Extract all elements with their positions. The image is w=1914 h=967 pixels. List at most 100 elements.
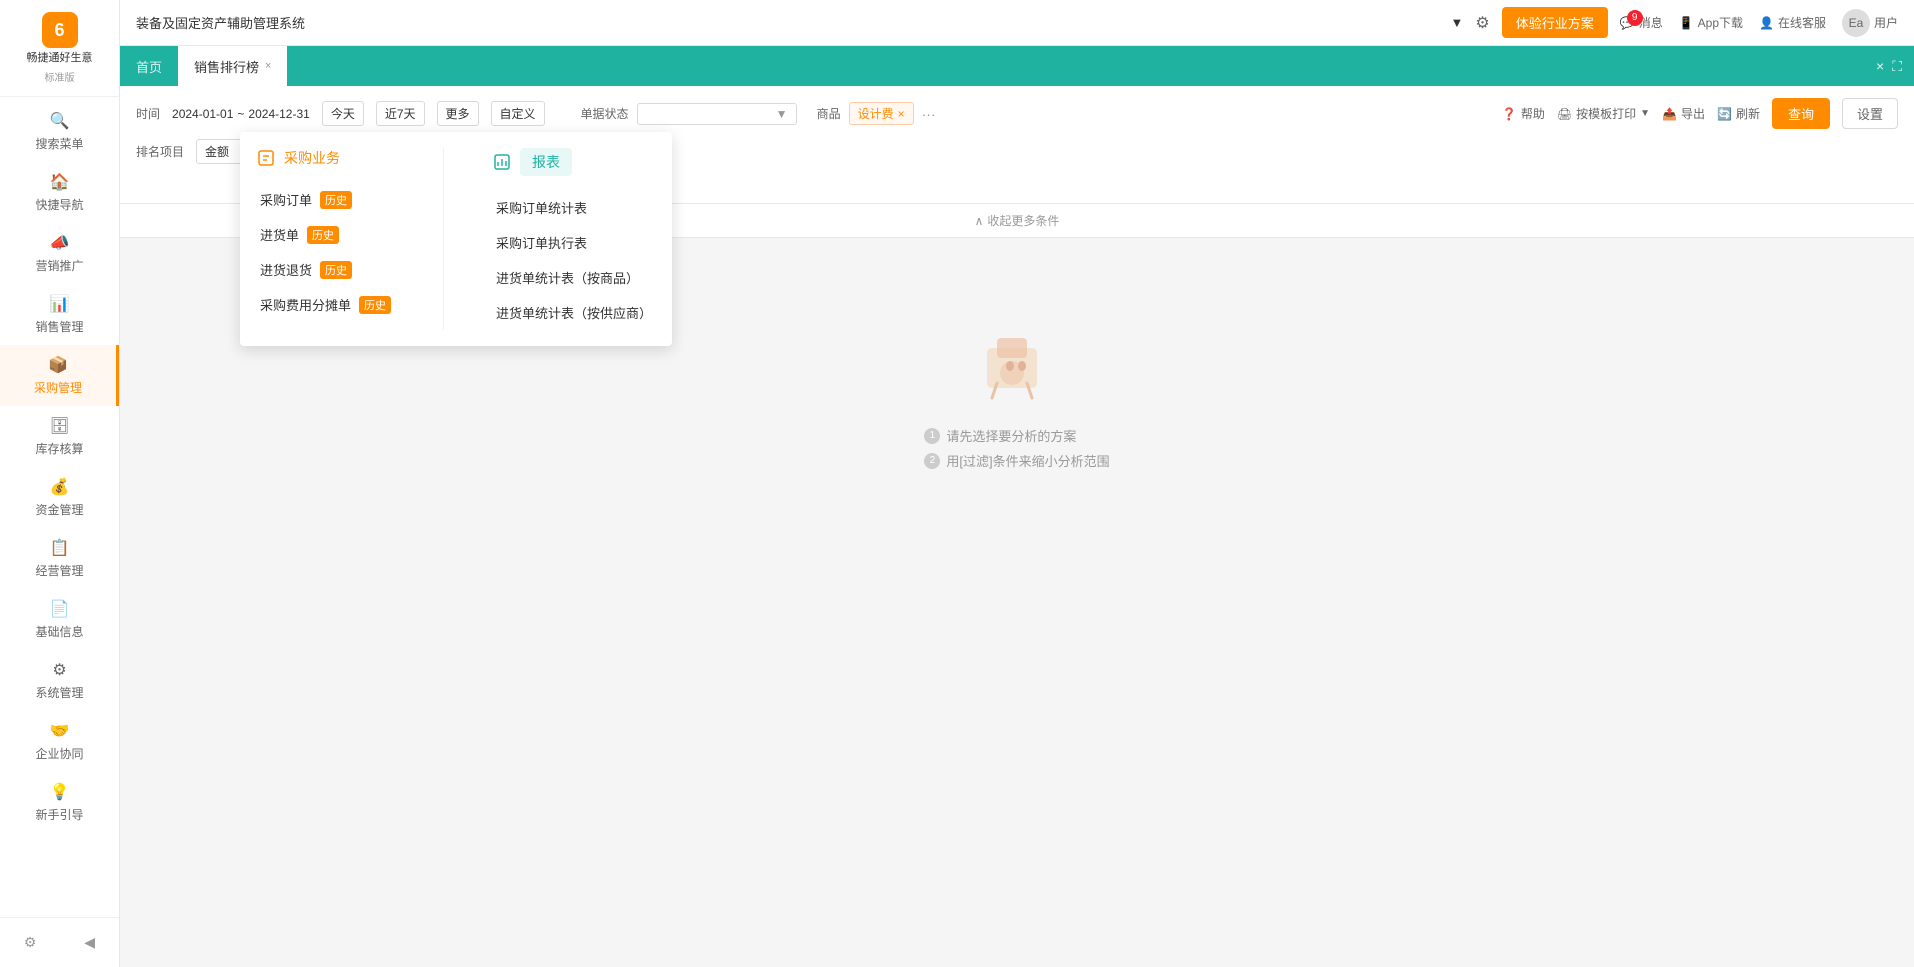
main-area: 装备及固定资产辅助管理系统 ▼ ⚙ 体验行业方案 💬 9 消息 📱 App下载 (120, 0, 1914, 967)
date-sep: ~ (237, 107, 244, 121)
logo-sub: 标准版 (45, 69, 75, 84)
online-service-action[interactable]: 👤 在线客服 (1759, 14, 1826, 31)
topbar: 装备及固定资产辅助管理系统 ▼ ⚙ 体验行业方案 💬 9 消息 📱 App下载 (120, 0, 1914, 46)
user-action[interactable]: Ea 用户 (1842, 9, 1898, 37)
sidebar-item-label: 经营管理 (35, 562, 83, 579)
tab-window-close-btn[interactable]: × (1876, 58, 1884, 74)
menu-item-purchase-order[interactable]: 采购订单 历史 (256, 182, 395, 217)
sidebar-logo: 6 畅捷通好生意 标准版 (0, 0, 119, 97)
operations-icon: 📋 (50, 538, 70, 558)
purchase-order-badge: 历史 (320, 191, 352, 209)
finance-icon: 💰 (50, 477, 70, 497)
print-icon: 🖨 (1557, 107, 1572, 121)
query-button[interactable]: 查询 (1772, 98, 1830, 129)
coop-icon: 🤝 (50, 721, 70, 741)
menu-item-order-stats[interactable]: 采购订单统计表 (492, 190, 656, 225)
filter-row-1: 时间 2024-01-01 ~ 2024-12-31 今天 近7天 更多 自定义… (136, 98, 1898, 129)
settings-button[interactable]: 设置 (1842, 98, 1898, 129)
tab-fullscreen-btn[interactable]: ⛶ (1892, 58, 1902, 75)
print-arrow: ▼ (1640, 108, 1650, 119)
export-btn[interactable]: 📤 导出 (1662, 105, 1705, 122)
refresh-btn[interactable]: 🔄 刷新 (1717, 105, 1760, 122)
menu-item-purchase-expense[interactable]: 采购费用分摊单 历史 (256, 287, 395, 322)
collapse-label: 收起更多条件 (987, 212, 1059, 229)
goods-tag: 设计费 × (849, 102, 914, 125)
today-btn[interactable]: 今天 (322, 101, 364, 126)
topbar-settings-icon[interactable]: ⚙ (1475, 13, 1489, 33)
sidebar-item-inventory[interactable]: 🗄 库存核算 (0, 406, 119, 467)
goods-tag-close[interactable]: × (898, 107, 905, 121)
goods-tag-text: 设计费 (858, 105, 894, 122)
print-btn[interactable]: 🖨 按模板打印 ▼ (1557, 105, 1650, 122)
basic-icon: 📄 (50, 599, 70, 619)
sidebar-item-purchase[interactable]: 📦 采购管理 (0, 345, 119, 406)
purchase-icon: 📦 (48, 355, 68, 375)
msg-badge: 9 (1627, 10, 1643, 26)
help-label: 帮助 (1521, 105, 1545, 122)
menu-item-stock-in[interactable]: 进货单 历史 (256, 217, 395, 252)
date-start: 2024-01-01 (172, 107, 233, 121)
tabs-bar: 首页 销售排行榜 × × ⛶ (120, 46, 1914, 86)
industry-btn[interactable]: 体验行业方案 (1502, 7, 1608, 38)
purchase-section-header: 采购业务 (256, 148, 395, 178)
menu-item-label: 进货单统计表（按供应商） (496, 303, 652, 322)
sidebar-item-label: 基础信息 (35, 623, 83, 640)
sidebar-collapse-btn[interactable]: ◀ (80, 930, 99, 955)
ranking-value: 金额 (205, 143, 229, 160)
sidebar-item-coop[interactable]: 🤝 企业协同 (0, 711, 119, 772)
sidebar-item-guide[interactable]: 💡 新手引导 (0, 772, 119, 833)
msg-action[interactable]: 💬 9 消息 (1620, 14, 1663, 31)
time-label: 时间 (136, 105, 160, 122)
menu-divider (443, 148, 444, 330)
goods-ellipsis[interactable]: ··· (922, 106, 936, 122)
tab-ranking[interactable]: 销售排行榜 × (178, 46, 287, 86)
inventory-icon: 🗄 (49, 416, 69, 436)
sidebar-item-basic[interactable]: 📄 基础信息 (0, 589, 119, 650)
sidebar-item-operations[interactable]: 📋 经营管理 (0, 528, 119, 589)
sales-icon: 📊 (50, 294, 70, 314)
tab-close-btn[interactable]: × (265, 60, 271, 72)
system-dropdown[interactable]: ▼ (1451, 15, 1464, 30)
menu-item-label: 进货单 (260, 225, 299, 244)
app-download-action[interactable]: 📱 App下载 (1679, 14, 1743, 31)
menu-item-label: 采购订单 (260, 190, 312, 209)
doc-status-label: 单据状态 (581, 105, 629, 122)
menu-item-order-exec[interactable]: 采购订单执行表 (492, 225, 656, 260)
more-btn[interactable]: 更多 (437, 101, 479, 126)
tab-home[interactable]: 首页 (120, 46, 178, 86)
hint-num-1: 1 (924, 428, 940, 444)
sidebar-item-finance[interactable]: 💰 资金管理 (0, 467, 119, 528)
select-arrow: ▼ (776, 107, 788, 121)
sidebar-item-label: 销售管理 (35, 318, 83, 335)
sidebar-item-label: 快捷导航 (35, 196, 83, 213)
service-icon: 👤 (1759, 16, 1774, 30)
sidebar-item-label: 营销推广 (35, 257, 83, 274)
sidebar-item-quick[interactable]: 🏠 快捷导航 (0, 162, 119, 223)
system-icon: ⚙ (52, 660, 66, 680)
sidebar-item-marketing[interactable]: 📣 营销推广 (0, 223, 119, 284)
topbar-actions: 💬 9 消息 📱 App下载 👤 在线客服 Ea 用户 (1620, 9, 1898, 37)
sidebar-settings-btn[interactable]: ⚙ (20, 930, 41, 955)
sidebar-item-sales[interactable]: 📊 销售管理 (0, 284, 119, 345)
user-avatar: Ea (1842, 9, 1870, 37)
date-range: 2024-01-01 ~ 2024-12-31 (172, 107, 310, 121)
custom-btn[interactable]: 自定义 (491, 101, 545, 126)
refresh-label: 刷新 (1736, 105, 1760, 122)
sidebar-item-system[interactable]: ⚙ 系统管理 (0, 650, 119, 711)
week-btn[interactable]: 近7天 (376, 101, 425, 126)
sidebar-item-search[interactable]: 🔍 搜索菜单 (0, 101, 119, 162)
sidebar-nav: 🔍 搜索菜单 🏠 快捷导航 📣 营销推广 📊 销售管理 📦 采购管理 🗄 (0, 97, 119, 917)
empty-hint-1: 1 请先选择要分析的方案 (924, 426, 1109, 445)
collapse-up-icon: ∧ (975, 214, 984, 228)
online-service-label: 在线客服 (1778, 14, 1826, 31)
help-btn[interactable]: ❓ 帮助 (1502, 105, 1545, 122)
report-section-icon (492, 152, 512, 172)
menu-item-label: 进货退货 (260, 260, 312, 279)
menu-item-goods-stats[interactable]: 进货单统计表（按商品） (492, 260, 656, 295)
menu-item-stock-return[interactable]: 进货退货 历史 (256, 252, 395, 287)
tab-ranking-label: 销售排行榜 (194, 57, 259, 76)
sidebar-item-label: 库存核算 (35, 440, 83, 457)
doc-status-select[interactable]: ▼ (637, 103, 797, 125)
report-section-header: 报表 (492, 148, 656, 186)
menu-item-supplier-stats[interactable]: 进货单统计表（按供应商） (492, 295, 656, 330)
